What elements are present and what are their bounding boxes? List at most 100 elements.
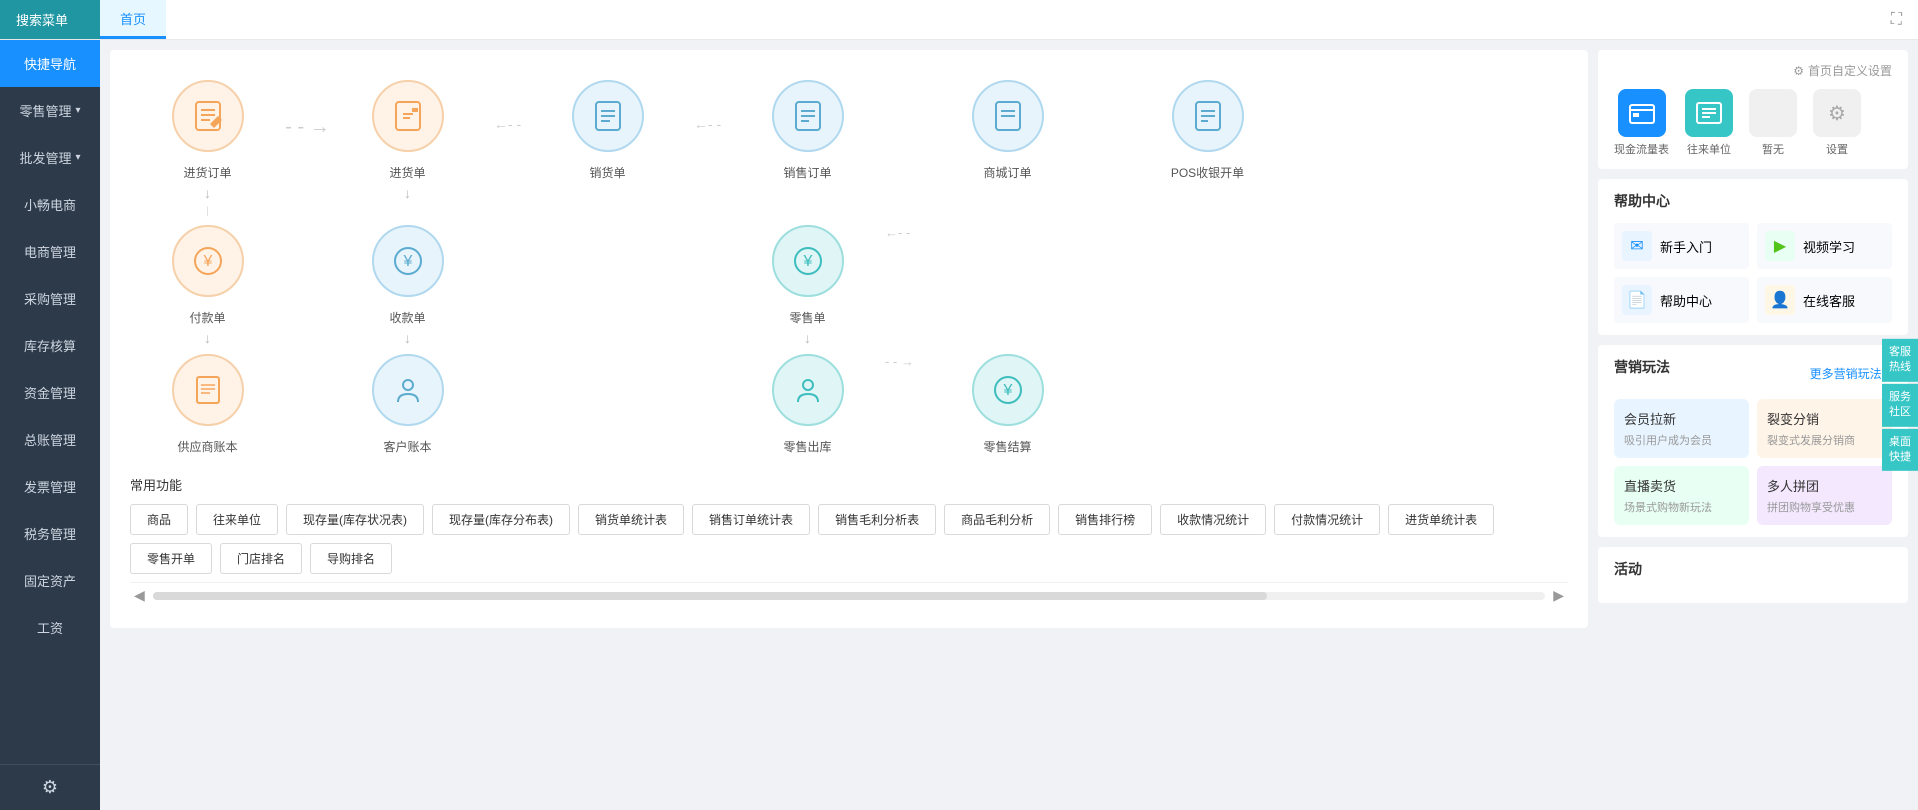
homepage-custom-setting[interactable]: ⚙ 首页自定义设置 [1793, 62, 1892, 79]
quick-access-panel: ⚙ 首页自定义设置 现金流量表 [1598, 50, 1908, 169]
flow-node-sales-order[interactable]: 销售订单 [772, 80, 844, 181]
flow-node-payment[interactable]: ¥ 付款单 [172, 225, 244, 326]
marketing-live[interactable]: 直播卖货 场景式购物新玩法 [1614, 466, 1749, 525]
beginner-icon: ✉ [1622, 231, 1652, 261]
help-beginner[interactable]: ✉ 新手入门 [1614, 223, 1749, 269]
func-btn-3[interactable]: 现存量(库存分布表) [432, 504, 570, 535]
func-btn-6[interactable]: 销售毛利分析表 [818, 504, 936, 535]
help-center-panel: 帮助中心 ✉ 新手入门 ▶ 视频学习 📄 帮助中心 [1598, 179, 1908, 335]
qa-icons-list: 现金流量表 往来单位 暂无 [1614, 89, 1892, 157]
qa-contacts[interactable]: 往来单位 [1685, 89, 1733, 157]
flow-node-customer-account[interactable]: 客户账本 [372, 354, 444, 455]
svg-text:¥: ¥ [802, 253, 812, 270]
flow-node-receipt[interactable]: ¥ 收款单 [372, 225, 444, 326]
more-marketing-link[interactable]: 更多营销玩法 > [1810, 365, 1892, 382]
marketing-distribution[interactable]: 裂变分销 裂变式发展分销商 [1757, 399, 1892, 458]
sidebar-item-finance[interactable]: 资金管理 [0, 369, 100, 416]
expand-icon[interactable]: ⛶ [1891, 11, 1918, 29]
func-btn-1[interactable]: 往来单位 [196, 504, 278, 535]
video-icon: ▶ [1765, 231, 1795, 261]
v-arrow-3: ↓ [404, 185, 411, 217]
help-video[interactable]: ▶ 视频学习 [1757, 223, 1892, 269]
scrollbar[interactable]: ◀ ▶ [130, 582, 1568, 608]
func-btn-13[interactable]: 门店排名 [220, 543, 302, 574]
sidebar-item-ledger[interactable]: 总账管理 [0, 416, 100, 463]
arrow-2-3: ←- - [485, 80, 530, 132]
sidebar-item-ecom-mgmt[interactable]: 电商管理 [0, 228, 100, 275]
sidebar-item-invoice[interactable]: 发票管理 [0, 463, 100, 510]
arrow-1-2: - - → [285, 80, 330, 139]
tab-home[interactable]: 首页 [100, 0, 166, 39]
svg-text:¥: ¥ [202, 253, 212, 270]
func-btn-8[interactable]: 销售排行榜 [1058, 504, 1152, 535]
float-buttons: 客服 热线 服务 社区 桌面 快捷 [1882, 339, 1918, 471]
qa-none[interactable]: 暂无 [1749, 89, 1797, 157]
func-btn-11[interactable]: 进货单统计表 [1388, 504, 1494, 535]
flow-node-mall-order[interactable]: 商城订单 [972, 80, 1044, 181]
help-center-title: 帮助中心 [1614, 191, 1892, 211]
right-panel: ⚙ 首页自定义设置 现金流量表 [1598, 40, 1918, 810]
sidebar-settings-icon[interactable]: ⚙ [0, 777, 100, 798]
flow-card: 进货订单 - - → 进货单 [110, 50, 1588, 628]
help-doc-icon: 📄 [1622, 285, 1652, 315]
sidebar-item-ecom[interactable]: 小畅电商 [0, 181, 100, 228]
flow-node-purchase[interactable]: 进货单 [372, 80, 444, 181]
help-online-service[interactable]: 👤 在线客服 [1757, 277, 1892, 323]
sidebar-item-purchase[interactable]: 采购管理 [0, 275, 100, 322]
sidebar-item-assets[interactable]: 固定资产 [0, 557, 100, 604]
flow-node-retail-out[interactable]: 零售出库 [772, 354, 844, 455]
marketing-title: 营销玩法 [1614, 357, 1670, 377]
none-icon [1749, 89, 1797, 137]
scroll-right[interactable]: ▶ [1549, 587, 1568, 604]
flow-node-supplier-account[interactable]: 供应商账本 [172, 354, 244, 455]
func-btn-14[interactable]: 导购排名 [310, 543, 392, 574]
help-center-link[interactable]: 📄 帮助中心 [1614, 277, 1749, 323]
scroll-track[interactable] [153, 592, 1545, 600]
arrow-4-3: ←- - [685, 80, 730, 132]
svg-text:¥: ¥ [1002, 382, 1012, 399]
float-btn-community[interactable]: 服务 社区 [1882, 384, 1918, 427]
float-btn-desktop[interactable]: 桌面 快捷 [1882, 428, 1918, 471]
sidebar-item-salary[interactable]: 工资 [0, 604, 100, 651]
flow-node-retail[interactable]: ¥ 零售单 [772, 225, 844, 326]
qa-cashflow[interactable]: 现金流量表 [1614, 89, 1669, 157]
online-service-icon: 👤 [1765, 285, 1795, 315]
sidebar-item-tax[interactable]: 税务管理 [0, 510, 100, 557]
func-btn-12[interactable]: 零售开单 [130, 543, 212, 574]
v-arrow-retail: ↓ [804, 330, 811, 346]
func-btn-5[interactable]: 销售订单统计表 [692, 504, 810, 535]
func-btn-2[interactable]: 现存量(库存状况表) [286, 504, 424, 535]
flow-node-retail-settle[interactable]: ¥ 零售结算 [972, 354, 1044, 455]
marketing-panel: 营销玩法 更多营销玩法 > 会员拉新 吸引用户成为会员 裂变分销 裂变式发展分销… [1598, 345, 1908, 537]
func-btn-9[interactable]: 收款情况统计 [1160, 504, 1266, 535]
contacts-icon [1685, 89, 1733, 137]
sidebar: 快捷导航 零售管理▾ 批发管理▾ 小畅电商 电商管理 采购管理 库存核算 资金管… [0, 40, 100, 810]
func-btn-4[interactable]: 销货单统计表 [578, 504, 684, 535]
func-btn-7[interactable]: 商品毛利分析 [944, 504, 1050, 535]
qa-settings[interactable]: ⚙ 设置 [1813, 89, 1861, 157]
activity-panel: 活动 [1598, 547, 1908, 603]
flow-node-purchase-order[interactable]: 进货订单 [172, 80, 244, 181]
scroll-thumb [153, 592, 1267, 600]
func-buttons-container: 商品往来单位现存量(库存状况表)现存量(库存分布表)销货单统计表销售订单统计表销… [130, 504, 1568, 574]
sidebar-item-inventory[interactable]: 库存核算 [0, 322, 100, 369]
sidebar-item-quick-nav[interactable]: 快捷导航 [0, 40, 100, 87]
func-btn-10[interactable]: 付款情况统计 [1274, 504, 1380, 535]
marketing-group[interactable]: 多人拼团 拼团购物享受优惠 [1757, 466, 1892, 525]
flow-node-sales[interactable]: 销货单 [572, 80, 644, 181]
sidebar-item-wholesale[interactable]: 批发管理▾ [0, 134, 100, 181]
float-btn-hotline[interactable]: 客服 热线 [1882, 339, 1918, 382]
func-btn-0[interactable]: 商品 [130, 504, 188, 535]
search-menu[interactable]: 搜索菜单 [0, 0, 100, 39]
activity-title: 活动 [1614, 559, 1892, 579]
v-arrow-1: ↓| [204, 185, 211, 217]
settings-icon: ⚙ [1813, 89, 1861, 137]
flow-node-pos[interactable]: POS收银开单 [1171, 80, 1244, 181]
scroll-left[interactable]: ◀ [130, 587, 149, 604]
v-arrow-receipt: ↓ [404, 330, 411, 346]
v-arrow-pay: ↓ [204, 330, 211, 346]
sidebar-item-retail[interactable]: 零售管理▾ [0, 87, 100, 134]
marketing-member[interactable]: 会员拉新 吸引用户成为会员 [1614, 399, 1749, 458]
cashflow-icon [1618, 89, 1666, 137]
svg-text:¥: ¥ [402, 253, 412, 270]
